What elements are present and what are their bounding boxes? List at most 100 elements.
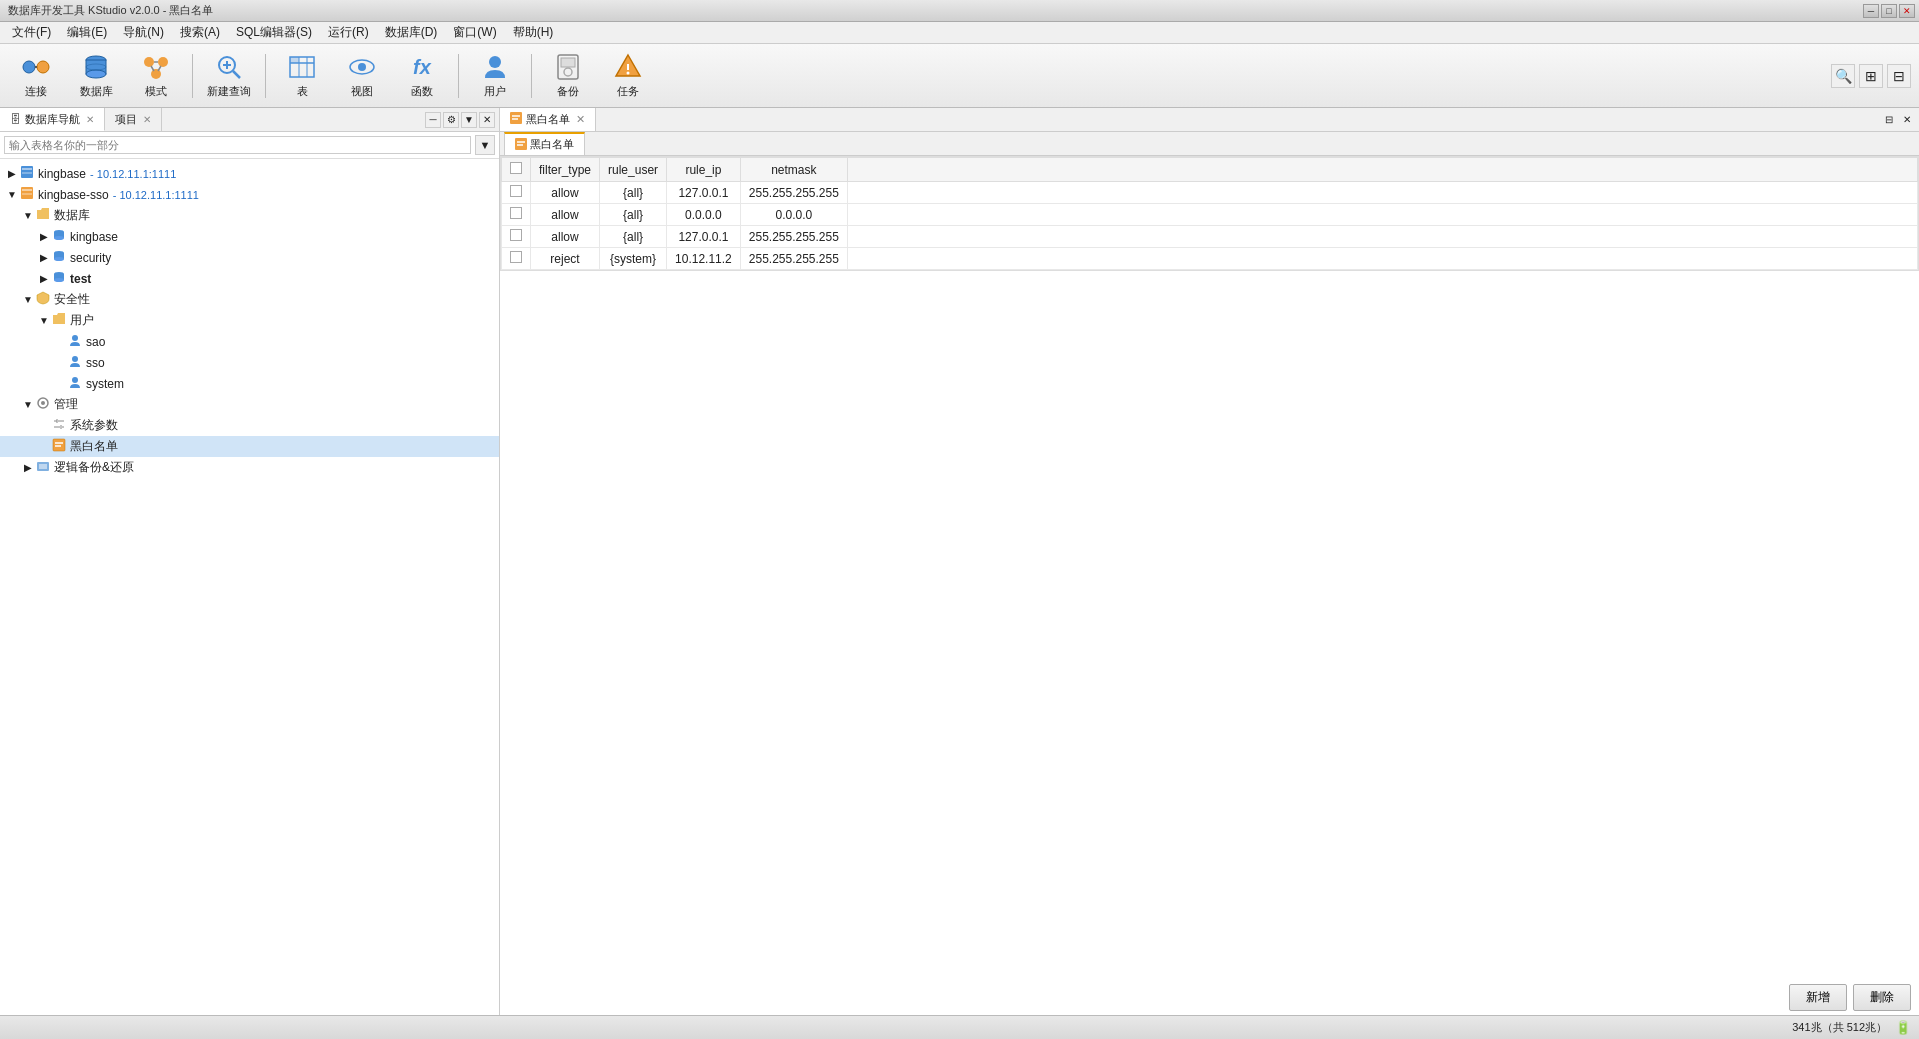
toggle-kingbase-db[interactable]: ▶: [36, 231, 52, 242]
svg-rect-21: [290, 57, 299, 63]
layout1-button[interactable]: ⊞: [1859, 64, 1883, 88]
th-filter-type[interactable]: filter_type: [531, 158, 600, 182]
tree-node-user-sao[interactable]: ▶ sao: [0, 331, 499, 352]
tree-node-kingbase-sso[interactable]: ▼ kingbase-sso - 10.12.11.1:1111: [0, 184, 499, 205]
user-button[interactable]: 用户: [467, 48, 523, 104]
menubar-item[interactable]: 导航(N): [115, 22, 172, 43]
database-button[interactable]: 数据库: [68, 48, 124, 104]
left-tabs: 🗄 数据库导航 ✕ 项目 ✕ ─ ⚙ ▼ ✕: [0, 108, 499, 132]
menubar-item[interactable]: 文件(F): [4, 22, 59, 43]
menubar-item[interactable]: 帮助(H): [505, 22, 562, 43]
add-button[interactable]: 新增: [1789, 984, 1847, 1011]
tab-blacklist[interactable]: 黑白名单 ✕: [500, 108, 596, 131]
tree-node-user-sso[interactable]: ▶ sso: [0, 352, 499, 373]
toggle-admin-group[interactable]: ▼: [20, 399, 36, 410]
row-checkbox-cell[interactable]: [502, 226, 531, 248]
cell-rule_ip: 127.0.0.1: [667, 182, 741, 204]
menubar-item[interactable]: SQL编辑器(S): [228, 22, 320, 43]
menubar-item[interactable]: 窗口(W): [445, 22, 504, 43]
row-checkbox[interactable]: [510, 251, 522, 263]
view-button[interactable]: 视图: [334, 48, 390, 104]
toggle-backup-restore[interactable]: ▶: [20, 462, 36, 473]
tree-node-kingbase[interactable]: ▶ kingbase - 10.12.11.1:1111: [0, 163, 499, 184]
right-panel: 黑白名单 ✕ ⊟ ✕ 黑白名单: [500, 108, 1919, 1015]
tab-project-close[interactable]: ✕: [143, 114, 151, 125]
tree-node-kingbase-db[interactable]: ▶ kingbase: [0, 226, 499, 247]
toggle-security-db[interactable]: ▶: [36, 252, 52, 263]
menubar-item[interactable]: 编辑(E): [59, 22, 115, 43]
row-checkbox[interactable]: [510, 229, 522, 241]
menubar-item[interactable]: 运行(R): [320, 22, 377, 43]
inner-tab-blacklist[interactable]: 黑白名单: [504, 132, 585, 155]
tree-node-backup-restore[interactable]: ▶ 逻辑备份&还原: [0, 457, 499, 478]
left-panel-filter[interactable]: ▼: [461, 112, 477, 128]
filter-button[interactable]: ▼: [475, 135, 495, 155]
new-query-button[interactable]: 新建查询: [201, 48, 257, 104]
left-panel-settings[interactable]: ⚙: [443, 112, 459, 128]
tree-node-blacklist[interactable]: ▶ 黑白名单: [0, 436, 499, 457]
row-checkbox-cell[interactable]: [502, 248, 531, 270]
tab-project[interactable]: 项目 ✕: [105, 108, 162, 131]
row-checkbox-cell[interactable]: [502, 204, 531, 226]
menubar-item[interactable]: 搜索(A): [172, 22, 228, 43]
tree-node-users-group[interactable]: ▼ 用户: [0, 310, 499, 331]
connect-button[interactable]: 连接: [8, 48, 64, 104]
table-row[interactable]: allow{all}127.0.0.1255.255.255.255: [502, 226, 1918, 248]
cell-extra: [847, 204, 1917, 226]
close-button[interactable]: ✕: [1899, 4, 1915, 18]
svg-rect-33: [22, 172, 32, 174]
svg-line-11: [151, 66, 154, 71]
row-checkbox[interactable]: [510, 207, 522, 219]
tree-node-security-group[interactable]: ▼ 安全性: [0, 289, 499, 310]
row-checkbox[interactable]: [510, 185, 522, 197]
table-row[interactable]: allow{all}127.0.0.1255.255.255.255: [502, 182, 1918, 204]
th-rule-user[interactable]: rule_user: [600, 158, 667, 182]
right-panel-close[interactable]: ✕: [1899, 112, 1915, 128]
menubar-item[interactable]: 数据库(D): [377, 22, 446, 43]
delete-button[interactable]: 删除: [1853, 984, 1911, 1011]
tree-node-databases[interactable]: ▼ 数据库: [0, 205, 499, 226]
th-netmask[interactable]: netmask: [740, 158, 847, 182]
tree-node-test-db[interactable]: ▶ test: [0, 268, 499, 289]
tree-node-sys-params[interactable]: ▶ 系统参数: [0, 415, 499, 436]
toggle-kingbase[interactable]: ▶: [4, 168, 20, 179]
cell-netmask: 255.255.255.255: [740, 248, 847, 270]
cell-extra: [847, 182, 1917, 204]
titlebar-controls[interactable]: ─ □ ✕: [1863, 4, 1915, 18]
header-checkbox[interactable]: [510, 162, 522, 174]
battery-icon[interactable]: 🔋: [1895, 1020, 1911, 1035]
tree-node-admin-group[interactable]: ▼ 管理: [0, 394, 499, 415]
function-button[interactable]: fx 函数: [394, 48, 450, 104]
tab-db-navigator-close[interactable]: ✕: [86, 114, 94, 125]
toggle-test-db[interactable]: ▶: [36, 273, 52, 284]
search-toolbar-button[interactable]: 🔍: [1831, 64, 1855, 88]
blacklist-tab-icon: [510, 112, 522, 127]
table-row[interactable]: reject{system}10.12.11.2255.255.255.255: [502, 248, 1918, 270]
layout2-button[interactable]: ⊟: [1887, 64, 1911, 88]
toggle-databases[interactable]: ▼: [20, 210, 36, 221]
table-row[interactable]: allow{all}0.0.0.00.0.0.0: [502, 204, 1918, 226]
th-rule-ip[interactable]: rule_ip: [667, 158, 741, 182]
search-input[interactable]: [4, 136, 471, 154]
tab-blacklist-label: 黑白名单: [526, 112, 570, 127]
model-button[interactable]: 模式: [128, 48, 184, 104]
tree-node-user-system[interactable]: ▶ system: [0, 373, 499, 394]
toolbar-separator-2: [265, 54, 266, 98]
left-panel-close[interactable]: ✕: [479, 112, 495, 128]
test-db-label: test: [70, 272, 91, 286]
tab-blacklist-close[interactable]: ✕: [576, 113, 585, 126]
backup-button[interactable]: 备份: [540, 48, 596, 104]
table-button[interactable]: 表: [274, 48, 330, 104]
right-panel-restore[interactable]: ⊟: [1881, 112, 1897, 128]
maximize-button[interactable]: □: [1881, 4, 1897, 18]
tree-node-security-db[interactable]: ▶ security: [0, 247, 499, 268]
toggle-security-group[interactable]: ▼: [20, 294, 36, 305]
left-panel-minimize[interactable]: ─: [425, 112, 441, 128]
minimize-button[interactable]: ─: [1863, 4, 1879, 18]
toolbar: 连接 数据库 模式: [0, 44, 1919, 108]
row-checkbox-cell[interactable]: [502, 182, 531, 204]
toggle-users-group[interactable]: ▼: [36, 315, 52, 326]
toggle-kingbase-sso[interactable]: ▼: [4, 189, 20, 200]
task-button[interactable]: 任务: [600, 48, 656, 104]
tab-db-navigator[interactable]: 🗄 数据库导航 ✕: [0, 108, 105, 131]
